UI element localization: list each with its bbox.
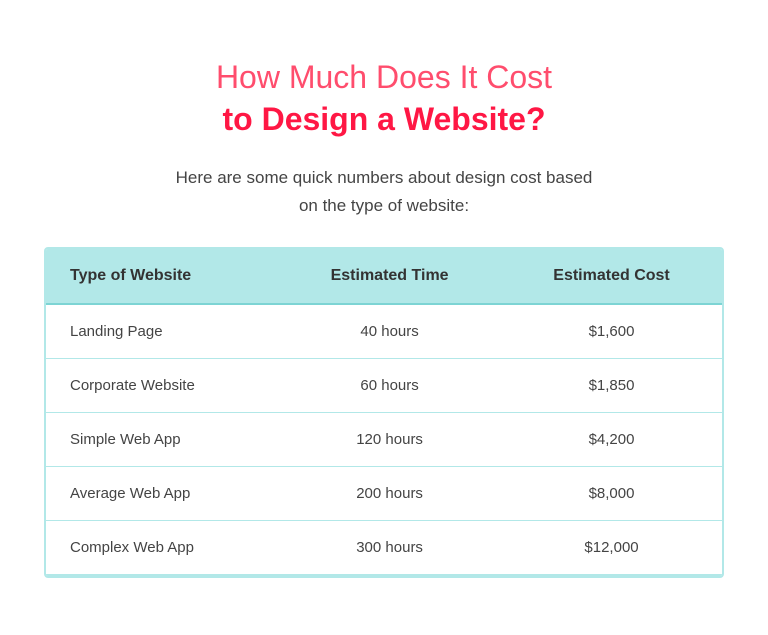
cell-cost: $8,000 — [501, 466, 722, 520]
col-header-type: Type of Website — [46, 249, 278, 304]
table-header-row: Type of Website Estimated Time Estimated… — [46, 249, 722, 304]
cell-time: 60 hours — [278, 358, 501, 412]
cell-cost: $1,850 — [501, 358, 722, 412]
subtitle-text: Here are some quick numbers about design… — [44, 164, 724, 218]
cell-time: 120 hours — [278, 412, 501, 466]
cell-time: 300 hours — [278, 520, 501, 575]
cell-time: 40 hours — [278, 304, 501, 359]
title-line2: to Design a Website? — [44, 99, 724, 141]
cell-cost: $4,200 — [501, 412, 722, 466]
col-header-cost: Estimated Cost — [501, 249, 722, 304]
table-row: Complex Web App300 hours$12,000 — [46, 520, 722, 575]
title-line1: How Much Does It Cost — [44, 57, 724, 99]
table-row: Average Web App200 hours$8,000 — [46, 466, 722, 520]
cell-type: Simple Web App — [46, 412, 278, 466]
cell-cost: $1,600 — [501, 304, 722, 359]
cell-type: Landing Page — [46, 304, 278, 359]
col-header-time: Estimated Time — [278, 249, 501, 304]
table-container: Type of Website Estimated Time Estimated… — [44, 247, 724, 578]
title-section: How Much Does It Cost to Design a Websit… — [44, 57, 724, 140]
cell-type: Average Web App — [46, 466, 278, 520]
main-container: How Much Does It Cost to Design a Websit… — [24, 27, 744, 608]
cell-time: 200 hours — [278, 466, 501, 520]
table-row: Corporate Website60 hours$1,850 — [46, 358, 722, 412]
cell-cost: $12,000 — [501, 520, 722, 575]
table-row: Landing Page40 hours$1,600 — [46, 304, 722, 359]
cell-type: Corporate Website — [46, 358, 278, 412]
cell-type: Complex Web App — [46, 520, 278, 575]
table-row: Simple Web App120 hours$4,200 — [46, 412, 722, 466]
pricing-table: Type of Website Estimated Time Estimated… — [46, 249, 722, 576]
